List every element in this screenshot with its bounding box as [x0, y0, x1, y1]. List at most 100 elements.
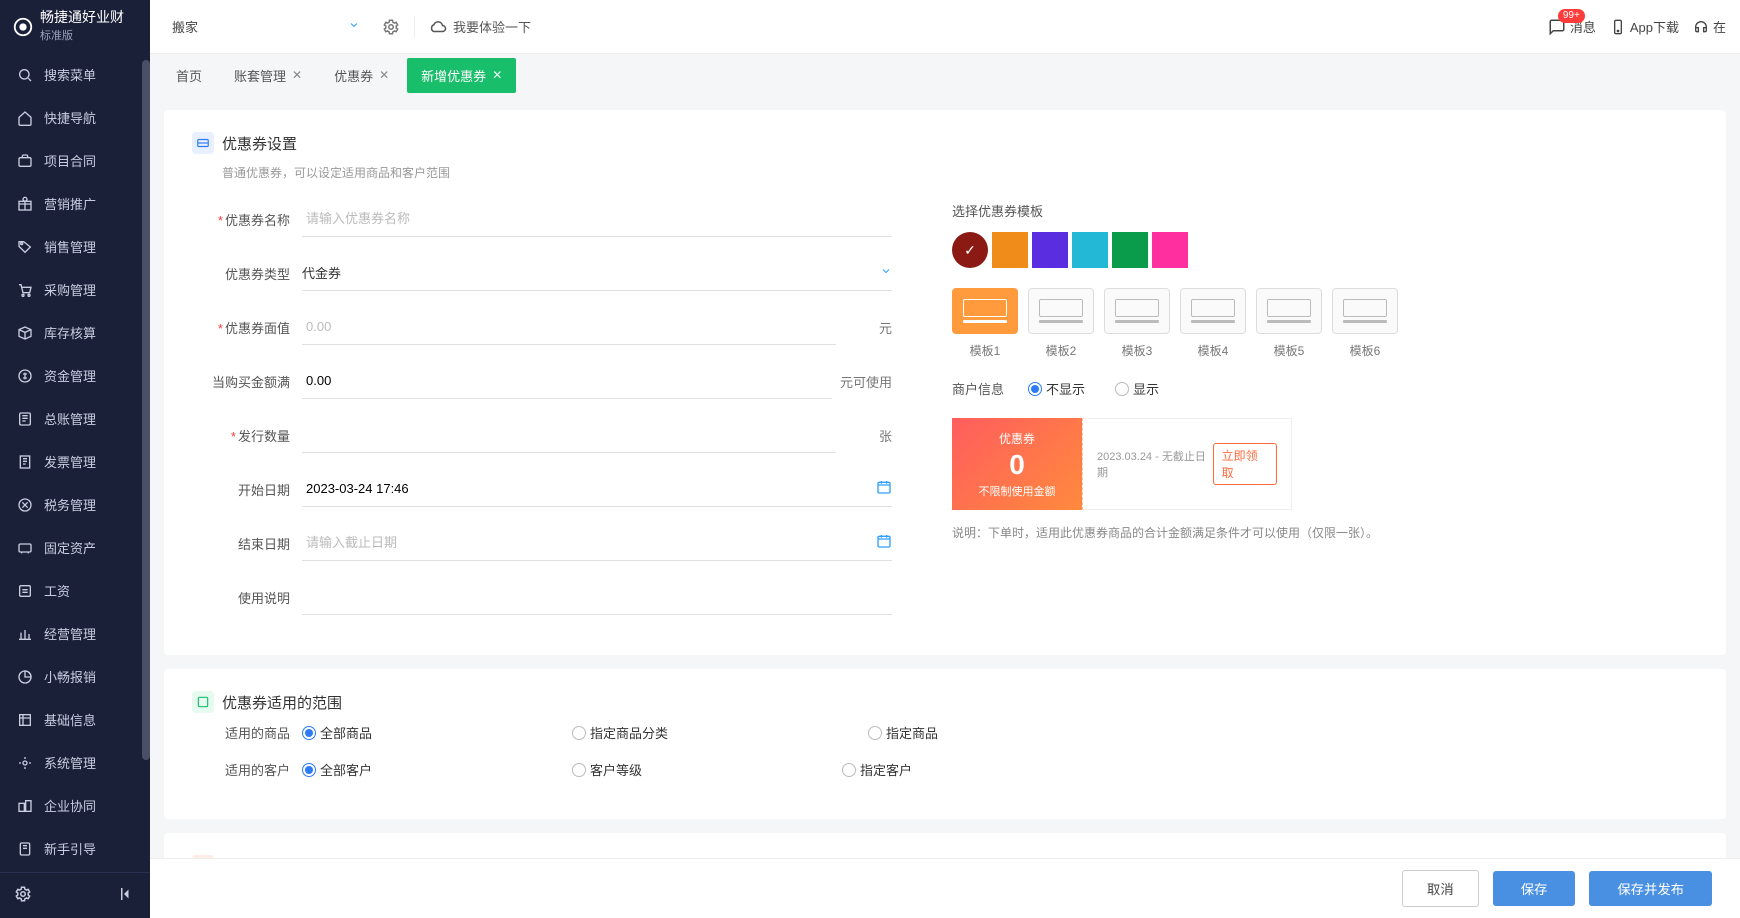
- input-coupon-name[interactable]: [302, 201, 892, 237]
- tab[interactable]: 优惠券✕: [320, 58, 403, 93]
- content-area[interactable]: 优惠券设置 普通优惠券，可以设定适用商品和客户范围 *优惠券名称 优惠券类型 代…: [150, 96, 1740, 858]
- radio-scope[interactable]: 指定客户: [842, 760, 912, 779]
- app-download-label: App下载: [1630, 17, 1679, 36]
- template-label: 模板1: [952, 342, 1018, 359]
- input-usage-desc[interactable]: [302, 579, 892, 615]
- radio-scope[interactable]: 指定商品分类: [572, 723, 668, 742]
- color-swatch[interactable]: [992, 232, 1028, 268]
- template-option[interactable]: [1028, 288, 1094, 334]
- radio-label: 全部客户: [320, 760, 372, 779]
- collapse-sidebar-icon[interactable]: [118, 885, 136, 906]
- scope-label: 适用的客户: [192, 760, 302, 779]
- sidebar-item-invoice[interactable]: 发票管理: [0, 440, 150, 483]
- support-button[interactable]: 在: [1693, 17, 1726, 36]
- save-publish-button[interactable]: 保存并发布: [1589, 871, 1712, 906]
- preview-claim-button[interactable]: 立即领取: [1213, 443, 1277, 485]
- label-threshold: 当购买金额满: [192, 372, 302, 391]
- preview-amount: 0: [1009, 449, 1025, 481]
- tax-icon: [16, 496, 34, 514]
- topbar: 搬家 我要体验一下 99+ 消息 App下载 在: [150, 0, 1740, 54]
- sidebar-item-label: 基础信息: [44, 710, 96, 729]
- preview-left: 优惠券 0 不限制使用金额: [952, 418, 1082, 510]
- settings-icon[interactable]: [14, 885, 32, 906]
- app-download-button[interactable]: App下载: [1610, 17, 1679, 36]
- label-coupon-value: *优惠券面值: [192, 318, 302, 337]
- cancel-button[interactable]: 取消: [1402, 870, 1479, 907]
- color-swatch[interactable]: [1072, 232, 1108, 268]
- org-name: 搬家: [172, 17, 198, 36]
- sidebar-item-search[interactable]: 搜索菜单: [0, 53, 150, 96]
- color-swatch[interactable]: [1032, 232, 1068, 268]
- sidebar-item-briefcase[interactable]: 项目合同: [0, 139, 150, 182]
- sidebar-item-label: 发票管理: [44, 452, 96, 471]
- preview-right: 2023.03.24 - 无截止日期 立即领取: [1082, 418, 1292, 510]
- radio-merchant[interactable]: 显示: [1115, 379, 1159, 398]
- sidebar-item-cart[interactable]: 采购管理: [0, 268, 150, 311]
- sidebar-item-base[interactable]: 基础信息: [0, 698, 150, 741]
- sidebar-item-tax[interactable]: 税务管理: [0, 483, 150, 526]
- sidebar-item-label: 销售管理: [44, 237, 96, 256]
- input-threshold[interactable]: [302, 363, 832, 399]
- sidebar-item-report[interactable]: 小畅报销: [0, 655, 150, 698]
- sidebar-item-asset[interactable]: 固定资产: [0, 526, 150, 569]
- color-swatch[interactable]: [1152, 232, 1188, 268]
- close-icon[interactable]: ✕: [492, 68, 502, 82]
- template-option[interactable]: [1256, 288, 1322, 334]
- unit-yuan: 元: [844, 318, 892, 337]
- input-coupon-value[interactable]: [302, 309, 836, 345]
- org-selector[interactable]: 搬家: [164, 13, 368, 40]
- topbar-gear-icon[interactable]: [382, 18, 400, 36]
- color-swatch[interactable]: [1112, 232, 1148, 268]
- sidebar-scrollbar[interactable]: [142, 0, 150, 918]
- template-option[interactable]: [952, 288, 1018, 334]
- panel-coupon-settings: 优惠券设置 普通优惠券，可以设定适用商品和客户范围 *优惠券名称 优惠券类型 代…: [164, 110, 1726, 655]
- close-icon[interactable]: ✕: [292, 68, 302, 82]
- radio-merchant[interactable]: 不显示: [1028, 379, 1085, 398]
- sidebar-menu: 搜索菜单快捷导航项目合同营销推广销售管理采购管理库存核算资金管理总账管理发票管理…: [0, 49, 150, 872]
- sidebar-item-label: 小畅报销: [44, 667, 96, 686]
- tab[interactable]: 账套管理✕: [220, 58, 316, 93]
- tab[interactable]: 新增优惠券✕: [407, 58, 516, 93]
- template-labels: 模板1模板2模板3模板4模板5模板6: [952, 342, 1432, 359]
- label-end-date: 结束日期: [192, 534, 302, 553]
- sidebar-item-tag[interactable]: 销售管理: [0, 225, 150, 268]
- radio-scope[interactable]: 指定商品: [868, 723, 938, 742]
- color-swatch[interactable]: [952, 232, 988, 268]
- guide-icon: [16, 840, 34, 858]
- sidebar-item-sys[interactable]: 系统管理: [0, 741, 150, 784]
- calendar-icon[interactable]: [876, 479, 892, 498]
- template-option[interactable]: [1332, 288, 1398, 334]
- tab[interactable]: 首页: [162, 58, 216, 93]
- asset-icon: [16, 539, 34, 557]
- calendar-icon[interactable]: [876, 533, 892, 552]
- input-quantity[interactable]: [302, 417, 836, 453]
- experience-link[interactable]: 我要体验一下: [429, 17, 531, 36]
- input-end-date[interactable]: [302, 525, 892, 561]
- radio-scope[interactable]: 客户等级: [572, 760, 642, 779]
- sidebar-item-home[interactable]: 快捷导航: [0, 96, 150, 139]
- sidebar-item-guide[interactable]: 新手引导: [0, 827, 150, 870]
- sidebar-item-biz[interactable]: 经营管理: [0, 612, 150, 655]
- sidebar-item-salary[interactable]: 工资: [0, 569, 150, 612]
- sidebar-footer: [0, 872, 150, 918]
- template-option[interactable]: [1104, 288, 1170, 334]
- template-label: 模板3: [1104, 342, 1170, 359]
- invoice-icon: [16, 453, 34, 471]
- sidebar-item-gift[interactable]: 营销推广: [0, 182, 150, 225]
- close-icon[interactable]: ✕: [379, 68, 389, 82]
- select-coupon-type[interactable]: 代金券: [302, 255, 892, 291]
- label-quantity: *发行数量: [192, 426, 302, 445]
- input-start-date[interactable]: [302, 471, 892, 507]
- radio-scope[interactable]: 全部商品: [302, 723, 372, 742]
- money-icon: [16, 367, 34, 385]
- sidebar-item-money[interactable]: 资金管理: [0, 354, 150, 397]
- sidebar-item-ledger[interactable]: 总账管理: [0, 397, 150, 440]
- radio-scope[interactable]: 全部客户: [302, 760, 372, 779]
- biz-icon: [16, 625, 34, 643]
- sidebar-item-corp[interactable]: 企业协同: [0, 784, 150, 827]
- save-button[interactable]: 保存: [1493, 871, 1576, 906]
- template-option[interactable]: [1180, 288, 1246, 334]
- sidebar-item-box[interactable]: 库存核算: [0, 311, 150, 354]
- messages-button[interactable]: 99+ 消息: [1548, 17, 1596, 36]
- sidebar-item-label: 新手引导: [44, 839, 96, 858]
